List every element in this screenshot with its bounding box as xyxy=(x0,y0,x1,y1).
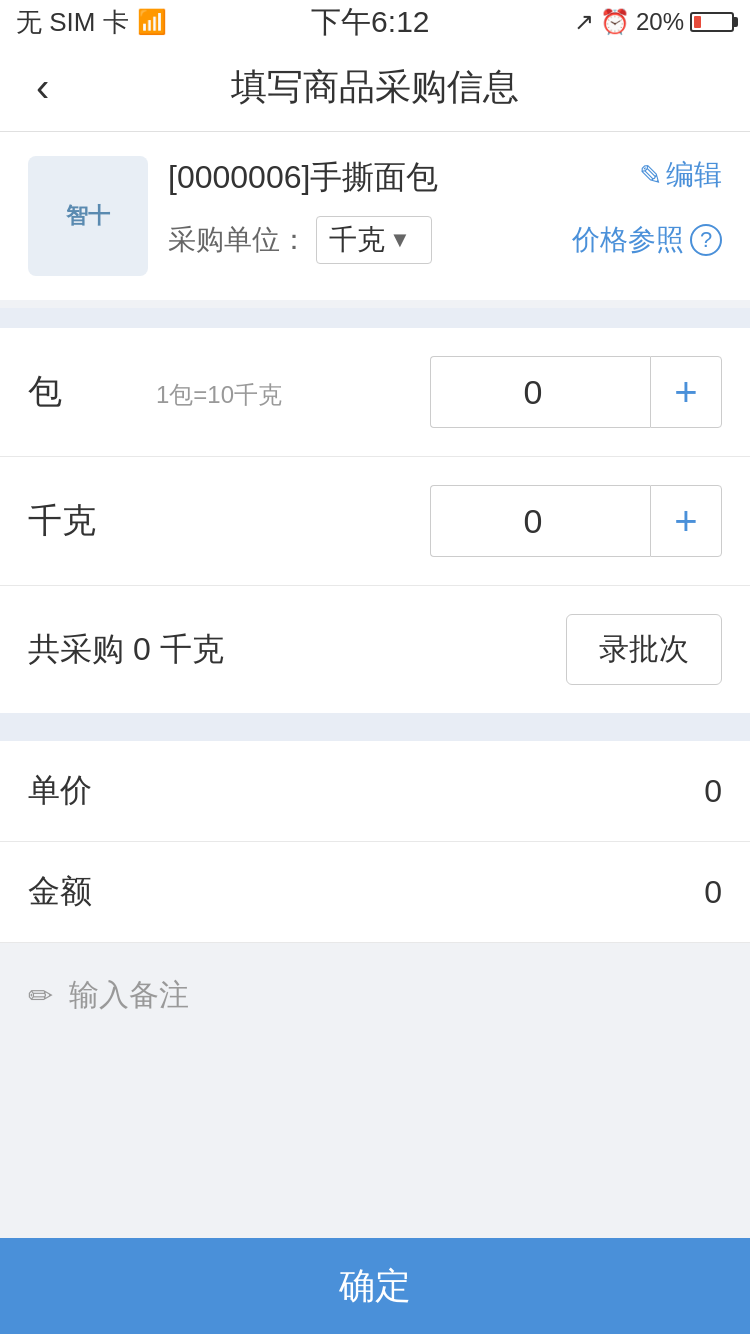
total-row: 共采购 0 千克 录批次 xyxy=(0,586,750,721)
kg-input[interactable] xyxy=(430,485,650,557)
page-title: 填写商品采购信息 xyxy=(231,63,519,112)
product-name: [0000006]手撕面包 xyxy=(168,156,438,200)
package-label: 包 xyxy=(28,369,148,415)
price-section: 单价 0 金额 0 xyxy=(0,741,750,943)
status-left: 无 SIM 卡 📶 xyxy=(16,5,167,40)
section-divider-1 xyxy=(0,308,750,328)
package-input-wrapper: + xyxy=(298,356,722,428)
product-info: [0000006]手撕面包 ✎ 编辑 采购单位： 千克 ▼ 价格参照 ? xyxy=(168,156,722,264)
amount-label: 金额 xyxy=(28,870,92,914)
battery-percent: 20% xyxy=(636,8,684,36)
total-unit: 千克 xyxy=(160,631,224,667)
kg-input-wrapper: + xyxy=(164,485,722,557)
amount-value: 0 xyxy=(704,874,722,911)
alarm-icon: ⏰ xyxy=(600,8,630,36)
unit-price-value: 0 xyxy=(704,773,722,810)
unit-select[interactable]: 千克 ▼ xyxy=(316,216,432,264)
total-amount: 0 xyxy=(133,631,160,667)
location-icon: ↗ xyxy=(574,8,594,36)
wifi-icon: 📶 xyxy=(137,8,167,36)
remark-placeholder: 输入备注 xyxy=(69,975,189,1016)
dropdown-icon: ▼ xyxy=(389,227,411,253)
package-sublabel: 1包=10千克 xyxy=(156,379,282,411)
help-icon: ? xyxy=(690,224,722,256)
unit-price-row: 单价 0 xyxy=(0,741,750,842)
kg-label: 千克 xyxy=(28,498,148,544)
remark-section[interactable]: ✏ 输入备注 xyxy=(0,951,750,1040)
price-ref-label: 价格参照 xyxy=(572,221,684,259)
back-button[interactable]: ‹ xyxy=(28,57,57,118)
package-plus-button[interactable]: + xyxy=(650,356,722,428)
unit-label: 采购单位： xyxy=(168,221,308,259)
product-image: 智十 xyxy=(28,156,148,276)
confirm-button[interactable]: 确定 xyxy=(0,1238,750,1334)
battery-fill xyxy=(694,16,701,28)
nav-bar: ‹ 填写商品采购信息 xyxy=(0,44,750,132)
batch-button[interactable]: 录批次 xyxy=(566,614,722,685)
edit-label: 编辑 xyxy=(666,156,722,194)
package-row: 包 1包=10千克 + xyxy=(0,328,750,457)
status-bar: 无 SIM 卡 📶 下午6:12 ↗ ⏰ 20% xyxy=(0,0,750,44)
status-time: 下午6:12 xyxy=(311,2,429,43)
section-divider-2 xyxy=(0,721,750,741)
package-input[interactable] xyxy=(430,356,650,428)
kg-plus-button[interactable]: + xyxy=(650,485,722,557)
product-image-text: 智十 xyxy=(66,201,110,231)
battery-icon xyxy=(690,12,734,32)
total-label: 共采购 xyxy=(28,631,133,667)
amount-row: 金额 0 xyxy=(0,842,750,943)
unit-row: 采购单位： 千克 ▼ 价格参照 ? xyxy=(168,216,722,264)
unit-price-label: 单价 xyxy=(28,769,92,813)
price-ref-button[interactable]: 价格参照 ? xyxy=(572,221,722,259)
quantity-section: 包 1包=10千克 + 千克 + xyxy=(0,328,750,586)
total-text: 共采购 0 千克 xyxy=(28,628,224,672)
pencil-icon: ✏ xyxy=(28,978,53,1013)
no-sim-text: 无 SIM 卡 xyxy=(16,5,129,40)
status-right: ↗ ⏰ 20% xyxy=(574,8,734,36)
edit-icon: ✎ xyxy=(639,159,662,192)
unit-value: 千克 xyxy=(329,221,385,259)
edit-button[interactable]: ✎ 编辑 xyxy=(639,156,722,194)
kg-row: 千克 + xyxy=(0,457,750,586)
product-card: 智十 [0000006]手撕面包 ✎ 编辑 采购单位： 千克 ▼ xyxy=(0,132,750,308)
product-name-row: [0000006]手撕面包 ✎ 编辑 xyxy=(168,156,722,200)
